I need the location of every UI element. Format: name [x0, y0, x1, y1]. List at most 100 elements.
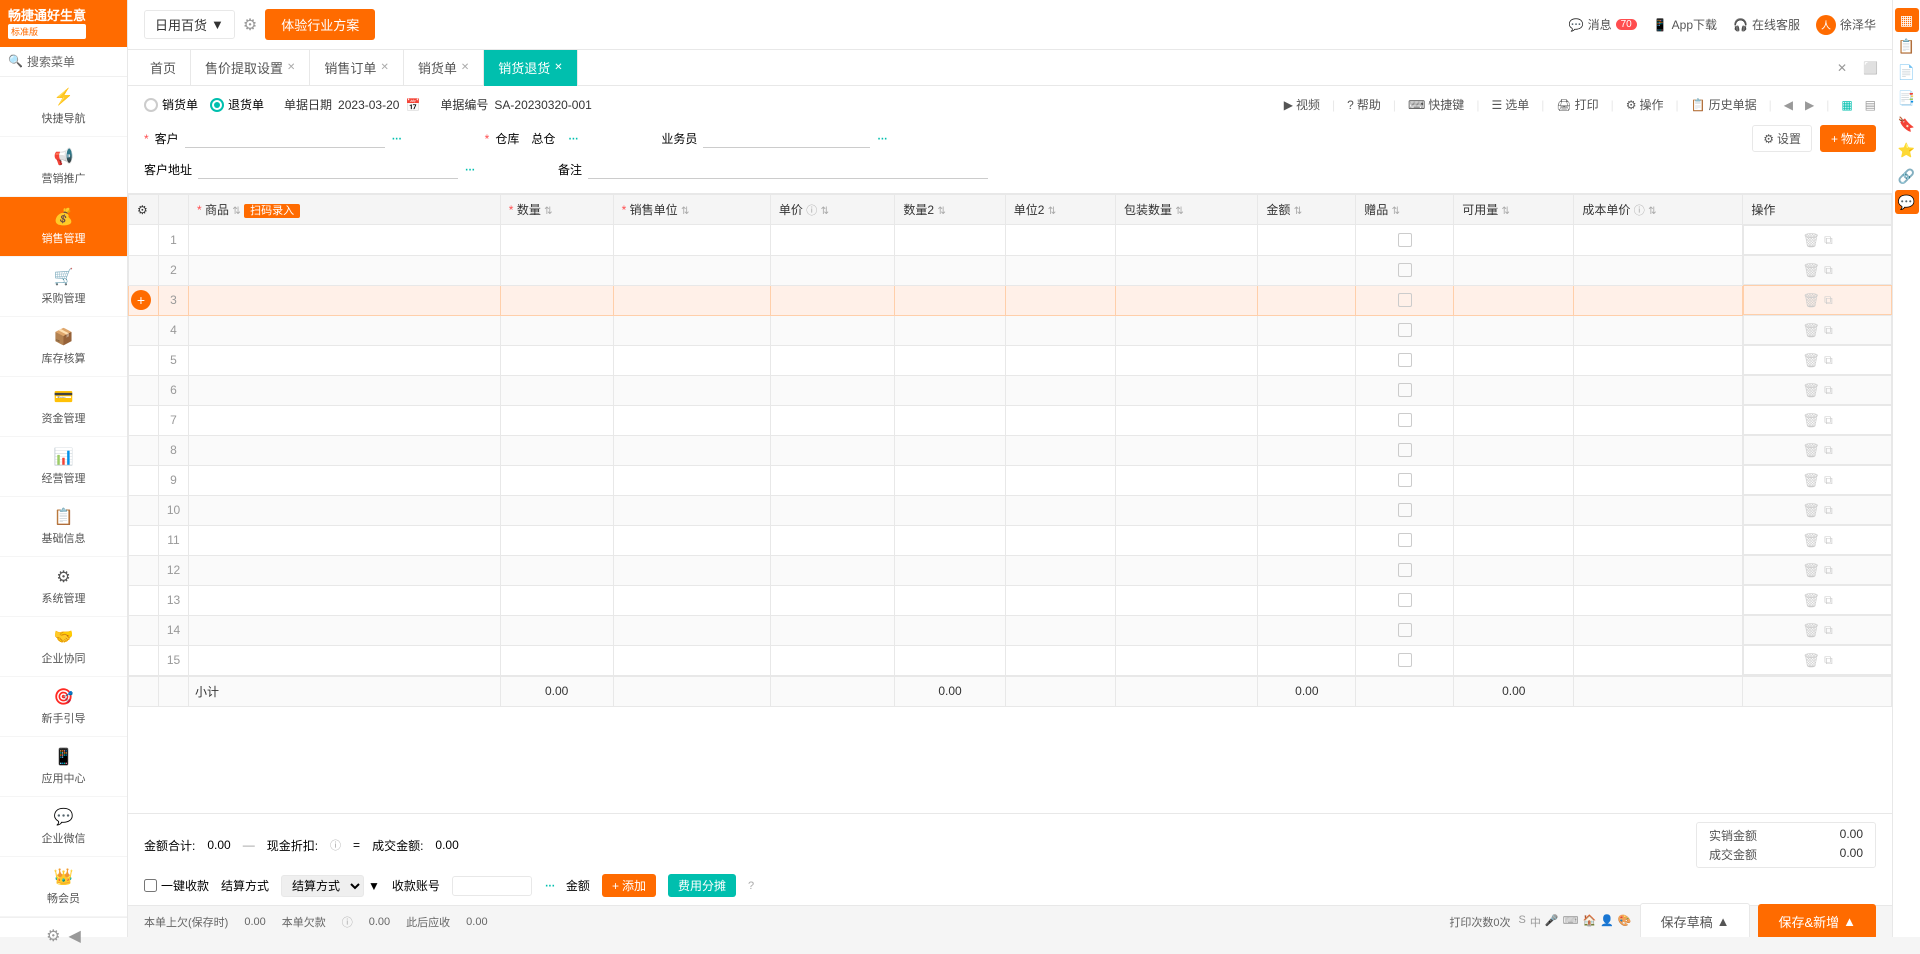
available-cell[interactable] — [1454, 285, 1574, 315]
unit2-cell[interactable] — [1005, 315, 1115, 345]
qty2-cell[interactable] — [895, 405, 1005, 435]
unit-price-cell[interactable] — [770, 615, 895, 645]
gift-checkbox[interactable] — [1398, 263, 1412, 277]
available-cell[interactable] — [1454, 645, 1574, 676]
unit2-cell[interactable] — [1005, 435, 1115, 465]
gift-checkbox[interactable] — [1398, 503, 1412, 517]
unit2-cell[interactable] — [1005, 225, 1115, 256]
cash-discount-info[interactable]: ⓘ — [330, 837, 341, 853]
sidebar-item-system[interactable]: ⚙ 系统管理 — [0, 557, 127, 617]
product-cell[interactable] — [189, 345, 501, 375]
product-cell[interactable] — [189, 615, 501, 645]
amount-cell[interactable] — [1258, 285, 1356, 315]
qty-cell[interactable] — [500, 615, 613, 645]
sort-icon[interactable]: ⇅ — [1294, 206, 1302, 217]
sidebar-item-inventory[interactable]: 📦 库存核算 — [0, 317, 127, 377]
th-cost-price[interactable]: 成本单价 ⓘ ⇅ — [1574, 195, 1743, 225]
warehouse-select-btn[interactable]: ··· — [567, 130, 577, 148]
copy-row-btn[interactable]: ⧉ — [1824, 353, 1833, 368]
unit2-cell[interactable] — [1005, 525, 1115, 555]
delete-row-btn[interactable]: 🗑 — [1802, 622, 1820, 639]
available-cell[interactable] — [1454, 315, 1574, 345]
amount-cell[interactable] — [1258, 345, 1356, 375]
available-cell[interactable] — [1454, 615, 1574, 645]
qty2-cell[interactable] — [895, 555, 1005, 585]
right-panel-btn-2[interactable]: 📋 — [1895, 34, 1919, 58]
right-panel-btn-4[interactable]: 📑 — [1895, 86, 1919, 110]
available-cell[interactable] — [1454, 345, 1574, 375]
sort-icon[interactable]: ⇅ — [544, 206, 552, 217]
unit2-cell[interactable] — [1005, 615, 1115, 645]
pkg-qty-cell[interactable] — [1115, 555, 1257, 585]
sort-icon[interactable]: ⇅ — [1175, 206, 1183, 217]
sidebar-item-operations[interactable]: 📊 经营管理 — [0, 437, 127, 497]
toolbar-prev[interactable]: ◀ — [1784, 98, 1793, 112]
toolbar-grid2[interactable]: ▤ — [1865, 98, 1876, 112]
industry-selector[interactable]: 日用百货 ▼ — [144, 10, 235, 39]
info-icon[interactable]: ⓘ — [806, 205, 817, 217]
radio-return[interactable]: 退货单 — [210, 96, 264, 113]
available-cell[interactable] — [1454, 225, 1574, 256]
delete-row-btn[interactable]: 🗑 — [1802, 652, 1820, 669]
toolbar-shortcut[interactable]: ⌨ 快捷键 — [1408, 96, 1464, 113]
sale-unit-cell[interactable] — [613, 405, 770, 435]
cost-price-cell[interactable] — [1574, 465, 1743, 495]
unit-price-cell[interactable] — [770, 255, 895, 285]
gift-checkbox[interactable] — [1398, 593, 1412, 607]
sidebar-item-collab[interactable]: 🤝 企业协同 — [0, 617, 127, 677]
product-cell[interactable] — [189, 645, 501, 676]
tab-sales-order[interactable]: 销售订单 ✕ — [310, 50, 403, 86]
delete-row-btn[interactable]: 🗑 — [1802, 532, 1820, 549]
unit-price-cell[interactable] — [770, 405, 895, 435]
copy-row-btn[interactable]: ⧉ — [1824, 293, 1833, 308]
tab-price-settings[interactable]: 售价提取设置 ✕ — [191, 50, 310, 86]
qty2-cell[interactable] — [895, 495, 1005, 525]
close-tab-btn[interactable]: ✕ — [1831, 59, 1853, 77]
qty-cell[interactable] — [500, 555, 613, 585]
amount-cell[interactable] — [1258, 645, 1356, 676]
copy-row-btn[interactable]: ⧉ — [1824, 653, 1833, 668]
staff-input[interactable] — [703, 129, 870, 148]
amount-cell[interactable] — [1258, 255, 1356, 285]
right-panel-btn-6[interactable]: ⭐ — [1895, 138, 1919, 162]
toolbar-grid1[interactable]: ▦ — [1841, 98, 1852, 112]
pkg-qty-cell[interactable] — [1115, 285, 1257, 315]
debt-info-icon[interactable]: ⓘ — [342, 914, 353, 930]
gift-checkbox[interactable] — [1398, 293, 1412, 307]
scan-btn[interactable]: 扫码录入 — [244, 204, 300, 218]
amount-cell[interactable] — [1258, 525, 1356, 555]
gift-checkbox[interactable] — [1398, 383, 1412, 397]
account-input[interactable] — [452, 876, 532, 896]
tab-close-icon[interactable]: ✕ — [554, 62, 562, 73]
qty-cell[interactable] — [500, 315, 613, 345]
qty-cell[interactable] — [500, 525, 613, 555]
copy-row-btn[interactable]: ⧉ — [1824, 563, 1833, 578]
product-input[interactable] — [195, 293, 494, 307]
gift-checkbox[interactable] — [1398, 623, 1412, 637]
sale-unit-cell[interactable] — [613, 615, 770, 645]
delete-row-btn[interactable]: 🗑 — [1802, 442, 1820, 459]
staff-select-btn[interactable]: ··· — [876, 130, 886, 148]
product-cell[interactable] — [189, 435, 501, 465]
sidebar-item-apps[interactable]: 📱 应用中心 — [0, 737, 127, 797]
sale-unit-cell[interactable] — [613, 345, 770, 375]
delete-row-btn[interactable]: 🗑 — [1802, 562, 1820, 579]
qty2-cell[interactable] — [895, 255, 1005, 285]
sale-unit-cell[interactable] — [613, 255, 770, 285]
cost-price-cell[interactable] — [1574, 495, 1743, 525]
save-draft-btn[interactable]: 保存草稿 ▲ — [1640, 903, 1751, 937]
address-input[interactable] — [198, 160, 458, 179]
available-cell[interactable] — [1454, 495, 1574, 525]
experience-btn[interactable]: 体验行业方案 — [265, 9, 375, 40]
online-service-btn[interactable]: 🎧 在线客服 — [1733, 16, 1800, 33]
radio-sales[interactable]: 销货单 — [144, 96, 198, 113]
gift-checkbox[interactable] — [1398, 563, 1412, 577]
add-row-btn[interactable]: + — [131, 290, 151, 310]
qty2-cell[interactable] — [895, 345, 1005, 375]
calc-method-select[interactable]: 结算方式 — [281, 875, 364, 897]
settings-btn[interactable]: ⚙ 设置 — [1752, 125, 1812, 152]
amount-cell[interactable] — [1258, 405, 1356, 435]
sort-icon[interactable]: ⇅ — [1648, 206, 1656, 217]
logistics-btn[interactable]: + 物流 — [1820, 125, 1876, 152]
right-panel-btn-1[interactable]: ▦ — [1895, 8, 1919, 32]
